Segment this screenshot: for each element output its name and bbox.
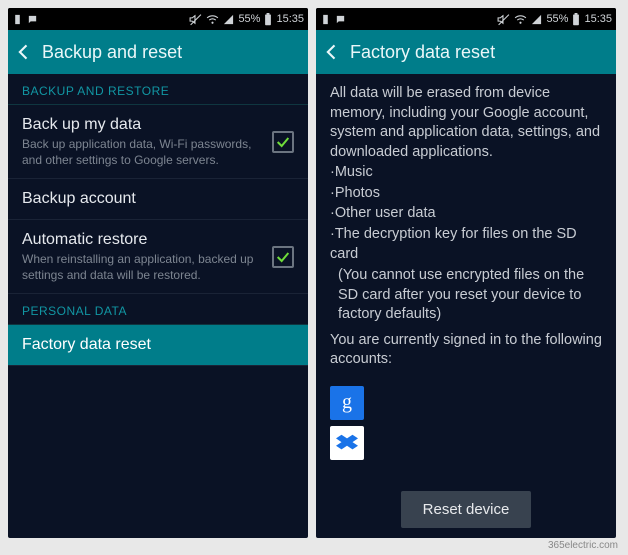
wifi-icon [514, 13, 527, 26]
bullet-decryption-key: ·The decryption key for files on the SD … [330, 225, 602, 264]
mute-icon [189, 13, 202, 26]
row-desc: When reinstalling an application, backed… [22, 252, 264, 283]
signal-icon [531, 14, 542, 25]
reset-device-button[interactable]: Reset device [401, 491, 532, 528]
encryption-note: (You cannot use encrypted files on the S… [338, 266, 602, 325]
bullet-photos: ·Photos [330, 184, 602, 204]
battery-icon [264, 13, 272, 26]
reset-details: All data will be erased from device memo… [316, 74, 616, 538]
mute-icon [497, 13, 510, 26]
title-bar: Factory data reset [316, 30, 616, 74]
signed-in-text: You are currently signed in to the follo… [330, 331, 602, 370]
row-factory-data-reset[interactable]: Factory data reset [8, 325, 308, 366]
clock: 15:35 [276, 13, 304, 25]
page-title: Backup and reset [42, 42, 182, 63]
back-icon[interactable] [14, 42, 34, 62]
bullet-other-data: ·Other user data [330, 204, 602, 224]
clock: 15:35 [584, 13, 612, 25]
row-backup-my-data[interactable]: Back up my data Back up application data… [8, 105, 308, 179]
row-title: Factory data reset [22, 335, 294, 355]
account-dropbox-icon[interactable] [330, 426, 364, 460]
phone-icon [12, 14, 23, 25]
page-title: Factory data reset [350, 42, 495, 63]
row-desc: Back up application data, Wi-Fi password… [22, 137, 264, 168]
section-personal-data: PERSONAL DATA [8, 294, 308, 325]
signal-icon [223, 14, 234, 25]
settings-list: BACKUP AND RESTORE Back up my data Back … [8, 74, 308, 538]
bullet-music: ·Music [330, 163, 602, 183]
watermark: 365electric.com [548, 540, 618, 551]
checkbox-checked-icon[interactable] [272, 131, 294, 153]
back-icon[interactable] [322, 42, 342, 62]
battery-percent: 55% [546, 13, 568, 25]
sms-icon [27, 14, 38, 25]
row-title: Automatic restore [22, 230, 264, 250]
battery-icon [572, 13, 580, 26]
intro-text: All data will be erased from device memo… [330, 84, 602, 162]
row-title: Backup account [22, 189, 294, 209]
wifi-icon [206, 13, 219, 26]
phone-icon [320, 14, 331, 25]
status-bar: 55% 15:35 [8, 8, 308, 30]
screen-backup-and-reset: 55% 15:35 Backup and reset BACKUP AND RE… [8, 8, 308, 538]
row-title: Back up my data [22, 115, 264, 135]
title-bar: Backup and reset [8, 30, 308, 74]
sms-icon [335, 14, 346, 25]
checkbox-checked-icon[interactable] [272, 246, 294, 268]
account-google-icon[interactable]: g [330, 386, 364, 420]
row-automatic-restore[interactable]: Automatic restore When reinstalling an a… [8, 220, 308, 294]
row-backup-account[interactable]: Backup account [8, 179, 308, 220]
battery-percent: 55% [238, 13, 260, 25]
screen-factory-data-reset: 55% 15:35 Factory data reset All data wi… [316, 8, 616, 538]
section-backup-restore: BACKUP AND RESTORE [8, 74, 308, 105]
status-bar: 55% 15:35 [316, 8, 616, 30]
